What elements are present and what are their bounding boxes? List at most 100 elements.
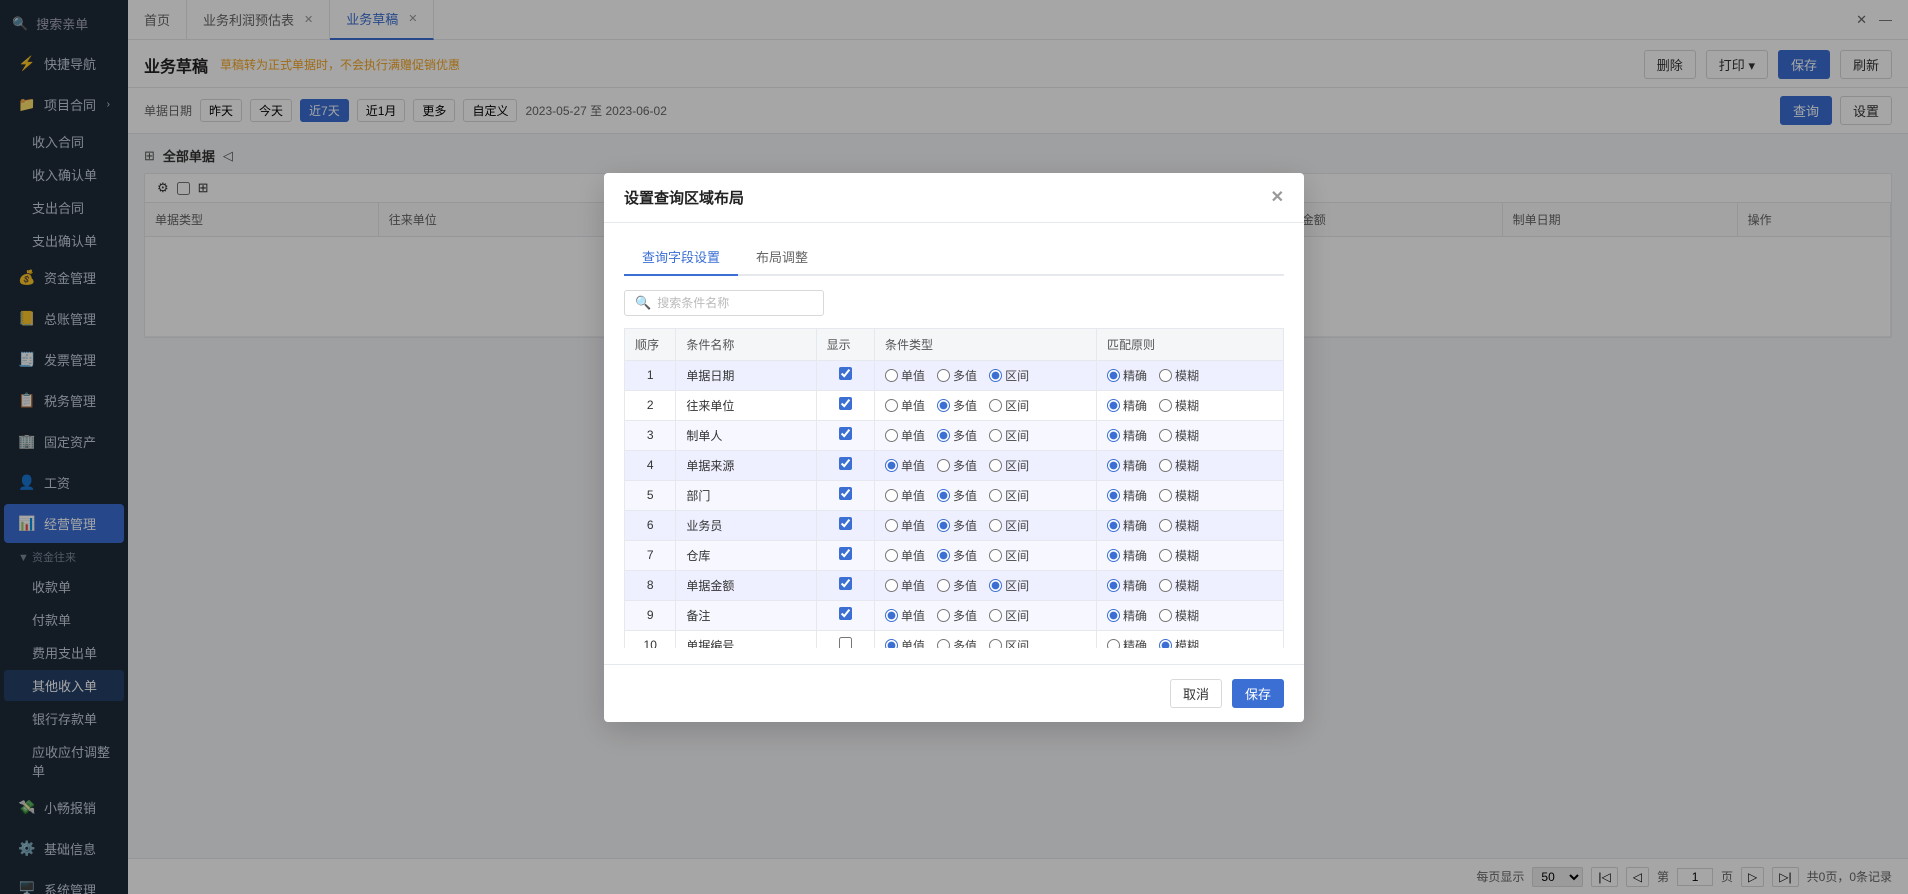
match-option-精确[interactable]: 精确	[1107, 367, 1147, 384]
match-option-精确[interactable]: 精确	[1107, 457, 1147, 474]
type-option-多值[interactable]: 多值	[937, 607, 977, 624]
show-checkbox[interactable]	[839, 547, 852, 560]
show-checkbox[interactable]	[839, 577, 852, 590]
row-type[interactable]: 单值多值区间	[875, 390, 1097, 420]
dialog-search-input[interactable]	[657, 296, 807, 310]
cancel-button[interactable]: 取消	[1170, 679, 1222, 708]
row-seq: 5	[625, 480, 676, 510]
settings-table-row: 4单据来源单值多值区间精确模糊	[625, 450, 1284, 480]
row-show[interactable]	[816, 510, 874, 540]
row-show[interactable]	[816, 420, 874, 450]
match-option-精确[interactable]: 精确	[1107, 637, 1147, 648]
dialog-tab-fields[interactable]: 查询字段设置	[624, 239, 738, 276]
match-option-模糊[interactable]: 模糊	[1159, 367, 1199, 384]
match-option-精确[interactable]: 精确	[1107, 607, 1147, 624]
row-type[interactable]: 单值多值区间	[875, 450, 1097, 480]
match-option-模糊[interactable]: 模糊	[1159, 637, 1199, 648]
row-match[interactable]: 精确模糊	[1097, 480, 1284, 510]
type-option-区间[interactable]: 区间	[989, 427, 1029, 444]
type-option-多值[interactable]: 多值	[937, 577, 977, 594]
type-option-多值[interactable]: 多值	[937, 397, 977, 414]
type-option-区间[interactable]: 区间	[989, 607, 1029, 624]
match-option-精确[interactable]: 精确	[1107, 487, 1147, 504]
row-match[interactable]: 精确模糊	[1097, 540, 1284, 570]
row-match[interactable]: 精确模糊	[1097, 510, 1284, 540]
type-option-单值[interactable]: 单值	[885, 427, 925, 444]
row-show[interactable]	[816, 450, 874, 480]
show-checkbox[interactable]	[839, 397, 852, 410]
type-option-区间[interactable]: 区间	[989, 457, 1029, 474]
match-option-模糊[interactable]: 模糊	[1159, 427, 1199, 444]
row-match[interactable]: 精确模糊	[1097, 390, 1284, 420]
type-option-多值[interactable]: 多值	[937, 427, 977, 444]
match-option-精确[interactable]: 精确	[1107, 397, 1147, 414]
match-option-精确[interactable]: 精确	[1107, 427, 1147, 444]
type-option-多值[interactable]: 多值	[937, 517, 977, 534]
type-option-区间[interactable]: 区间	[989, 397, 1029, 414]
row-type[interactable]: 单值多值区间	[875, 420, 1097, 450]
dialog-close-button[interactable]: ✕	[1271, 187, 1284, 207]
match-option-精确[interactable]: 精确	[1107, 547, 1147, 564]
type-option-单值[interactable]: 单值	[885, 517, 925, 534]
type-option-单值[interactable]: 单值	[885, 367, 925, 384]
row-show[interactable]	[816, 540, 874, 570]
type-option-多值[interactable]: 多值	[937, 367, 977, 384]
settings-table-header: 顺序 条件名称 显示 条件类型 匹配原则	[625, 328, 1284, 360]
type-option-区间[interactable]: 区间	[989, 637, 1029, 648]
type-option-区间[interactable]: 区间	[989, 547, 1029, 564]
type-option-多值[interactable]: 多值	[937, 637, 977, 648]
row-show[interactable]	[816, 390, 874, 420]
dialog-tab-layout[interactable]: 布局调整	[738, 239, 826, 276]
row-match[interactable]: 精确模糊	[1097, 600, 1284, 630]
row-show[interactable]	[816, 600, 874, 630]
row-type[interactable]: 单值 多值 区间	[875, 630, 1097, 648]
type-option-单值[interactable]: 单值	[885, 577, 925, 594]
row-match[interactable]: 精确模糊	[1097, 420, 1284, 450]
type-option-多值[interactable]: 多值	[937, 457, 977, 474]
match-option-模糊[interactable]: 模糊	[1159, 397, 1199, 414]
type-option-单值[interactable]: 单值	[885, 547, 925, 564]
match-option-模糊[interactable]: 模糊	[1159, 577, 1199, 594]
row-match[interactable]: 精确模糊	[1097, 360, 1284, 390]
row-match[interactable]: 精确模糊	[1097, 570, 1284, 600]
show-checkbox[interactable]	[839, 607, 852, 620]
dialog-search-box[interactable]: 🔍	[624, 290, 824, 316]
type-option-多值[interactable]: 多值	[937, 547, 977, 564]
row-show[interactable]	[816, 480, 874, 510]
type-option-单值[interactable]: 单值	[885, 397, 925, 414]
row-show[interactable]	[816, 570, 874, 600]
type-option-多值[interactable]: 多值	[937, 487, 977, 504]
row-type[interactable]: 单值多值区间	[875, 510, 1097, 540]
type-option-单值[interactable]: 单值	[885, 637, 925, 648]
match-option-模糊[interactable]: 模糊	[1159, 457, 1199, 474]
row-match[interactable]: 精确模糊	[1097, 450, 1284, 480]
match-option-精确[interactable]: 精确	[1107, 577, 1147, 594]
row-type[interactable]: 单值多值区间	[875, 570, 1097, 600]
show-checkbox[interactable]	[839, 367, 852, 380]
show-checkbox[interactable]	[839, 637, 852, 648]
match-option-精确[interactable]: 精确	[1107, 517, 1147, 534]
row-show[interactable]	[816, 360, 874, 390]
show-checkbox[interactable]	[839, 517, 852, 530]
match-option-模糊[interactable]: 模糊	[1159, 517, 1199, 534]
type-option-区间[interactable]: 区间	[989, 577, 1029, 594]
show-checkbox[interactable]	[839, 457, 852, 470]
match-option-模糊[interactable]: 模糊	[1159, 607, 1199, 624]
row-type[interactable]: 单值多值区间	[875, 480, 1097, 510]
type-option-区间[interactable]: 区间	[989, 517, 1029, 534]
match-option-模糊[interactable]: 模糊	[1159, 487, 1199, 504]
type-option-区间[interactable]: 区间	[989, 367, 1029, 384]
type-option-单值[interactable]: 单值	[885, 607, 925, 624]
type-option-单值[interactable]: 单值	[885, 487, 925, 504]
type-option-单值[interactable]: 单值	[885, 457, 925, 474]
match-option-模糊[interactable]: 模糊	[1159, 547, 1199, 564]
show-checkbox[interactable]	[839, 427, 852, 440]
row-match[interactable]: 精确 模糊	[1097, 630, 1284, 648]
type-option-区间[interactable]: 区间	[989, 487, 1029, 504]
row-show[interactable]	[816, 630, 874, 648]
row-type[interactable]: 单值多值区间	[875, 600, 1097, 630]
row-type[interactable]: 单值多值区间	[875, 540, 1097, 570]
show-checkbox[interactable]	[839, 487, 852, 500]
dialog-save-button[interactable]: 保存	[1232, 679, 1284, 708]
row-type[interactable]: 单值多值区间	[875, 360, 1097, 390]
